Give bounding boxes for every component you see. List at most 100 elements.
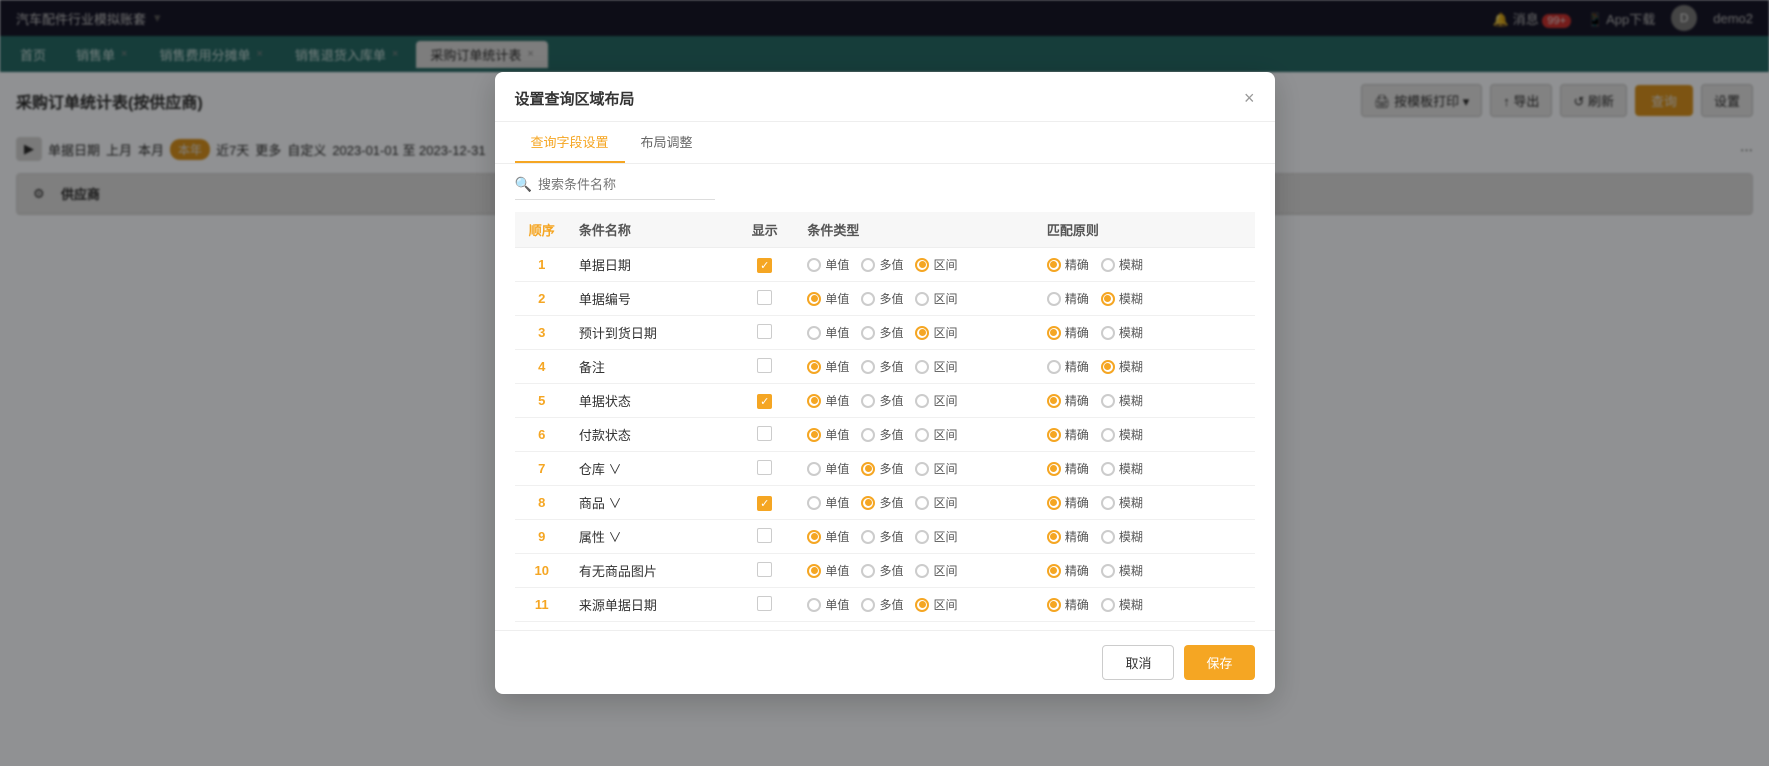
match-radio-item[interactable]: 精确 [1047,596,1089,613]
match-radio-item[interactable]: 精确 [1047,460,1089,477]
type-radio-item[interactable]: 单值 [807,358,849,375]
show-checkbox[interactable] [757,426,772,441]
show-checkbox[interactable] [757,460,772,475]
match-radio-item[interactable]: 模糊 [1101,460,1143,477]
table-row: 4备注单值多值区间精确模糊 [515,350,1255,384]
row-type: 单值多值区间 [797,520,1036,554]
row-show[interactable]: ✓ [732,384,797,418]
type-radio-item[interactable]: 区间 [915,596,957,613]
row-show[interactable] [732,418,797,452]
show-checkbox[interactable] [757,562,772,577]
radio-label: 精确 [1065,324,1089,341]
type-radio-item[interactable]: 多值 [861,460,903,477]
type-radio-item[interactable]: 多值 [861,290,903,307]
type-radio-item[interactable]: 区间 [915,392,957,409]
save-btn[interactable]: 保存 [1184,645,1254,680]
radio-circle [861,598,875,612]
type-radio-item[interactable]: 区间 [915,256,957,273]
type-radio-item[interactable]: 单值 [807,392,849,409]
match-radio-item[interactable]: 模糊 [1101,494,1143,511]
row-order: 8 [515,486,569,520]
row-show[interactable] [732,316,797,350]
type-radio-item[interactable]: 多值 [861,324,903,341]
row-order: 9 [515,520,569,554]
type-radio-item[interactable]: 单值 [807,426,849,443]
show-checkbox[interactable] [757,290,772,305]
radio-label: 精确 [1065,460,1089,477]
match-radio-item[interactable]: 精确 [1047,324,1089,341]
tab-query-fields[interactable]: 查询字段设置 [515,122,625,163]
type-radio-item[interactable]: 多值 [861,596,903,613]
type-radio-item[interactable]: 多值 [861,426,903,443]
match-radio-item[interactable]: 模糊 [1101,256,1143,273]
radio-label: 精确 [1065,290,1089,307]
match-radio-item[interactable]: 模糊 [1101,358,1143,375]
match-radio-item[interactable]: 模糊 [1101,324,1143,341]
table-row: 5单据状态✓单值多值区间精确模糊 [515,384,1255,418]
type-radio-item[interactable]: 单值 [807,528,849,545]
match-radio-item[interactable]: 模糊 [1101,596,1143,613]
show-checkbox[interactable] [757,596,772,611]
match-radio-item[interactable]: 精确 [1047,494,1089,511]
match-radio-item[interactable]: 精确 [1047,290,1089,307]
type-radio-item[interactable]: 多值 [861,562,903,579]
type-radio-item[interactable]: 单值 [807,256,849,273]
show-checkbox[interactable]: ✓ [757,496,772,511]
type-radio-item[interactable]: 多值 [861,494,903,511]
match-radio-item[interactable]: 精确 [1047,256,1089,273]
type-radio-item[interactable]: 多值 [861,528,903,545]
type-radio-item[interactable]: 多值 [861,256,903,273]
show-checkbox[interactable] [757,324,772,339]
radio-label: 单值 [825,528,849,545]
row-show[interactable] [732,452,797,486]
row-show[interactable]: ✓ [732,248,797,282]
show-checkbox[interactable] [757,528,772,543]
type-radio-item[interactable]: 单值 [807,460,849,477]
match-radio-item[interactable]: 模糊 [1101,426,1143,443]
search-input[interactable] [538,177,715,192]
tab-layout[interactable]: 布局调整 [625,122,709,163]
radio-label: 模糊 [1119,596,1143,613]
match-radio-item[interactable]: 精确 [1047,358,1089,375]
row-type: 单值多值区间 [797,316,1036,350]
radio-label: 多值 [879,494,903,511]
match-radio-item[interactable]: 模糊 [1101,528,1143,545]
row-show[interactable] [732,282,797,316]
row-show[interactable]: ✓ [732,486,797,520]
type-radio-item[interactable]: 区间 [915,528,957,545]
dialog-table: 顺序 条件名称 显示 条件类型 匹配原则 1单据日期✓单值多值区间精确模糊2单据… [495,212,1275,630]
match-radio-item[interactable]: 精确 [1047,528,1089,545]
match-radio-item[interactable]: 精确 [1047,392,1089,409]
type-radio-item[interactable]: 区间 [915,562,957,579]
row-show[interactable] [732,588,797,622]
match-radio-item[interactable]: 精确 [1047,562,1089,579]
match-radio-item[interactable]: 模糊 [1101,562,1143,579]
type-radio-item[interactable]: 区间 [915,494,957,511]
show-checkbox[interactable]: ✓ [757,258,772,273]
type-radio-item[interactable]: 单值 [807,596,849,613]
match-radio-item[interactable]: 模糊 [1101,290,1143,307]
type-radio-item[interactable]: 多值 [861,392,903,409]
row-show[interactable] [732,554,797,588]
type-radio-item[interactable]: 单值 [807,494,849,511]
type-radio-item[interactable]: 单值 [807,562,849,579]
type-radio-item[interactable]: 区间 [915,324,957,341]
type-radio-item[interactable]: 单值 [807,324,849,341]
type-radio-item[interactable]: 区间 [915,426,957,443]
row-type: 单值多值区间 [797,588,1036,622]
match-radio-item[interactable]: 模糊 [1101,392,1143,409]
cancel-btn[interactable]: 取消 [1102,645,1174,680]
dialog-close-btn[interactable]: × [1244,88,1255,109]
type-radio-item[interactable]: 区间 [915,358,957,375]
row-show[interactable] [732,520,797,554]
row-show[interactable] [732,350,797,384]
show-checkbox[interactable] [757,358,772,373]
match-radio-item[interactable]: 精确 [1047,426,1089,443]
type-radio-item[interactable]: 单值 [807,290,849,307]
radio-label: 精确 [1065,426,1089,443]
type-radio-item[interactable]: 多值 [861,358,903,375]
type-radio-item[interactable]: 区间 [915,290,957,307]
type-radio-item[interactable]: 区间 [915,460,957,477]
radio-circle [1101,530,1115,544]
show-checkbox[interactable]: ✓ [757,394,772,409]
